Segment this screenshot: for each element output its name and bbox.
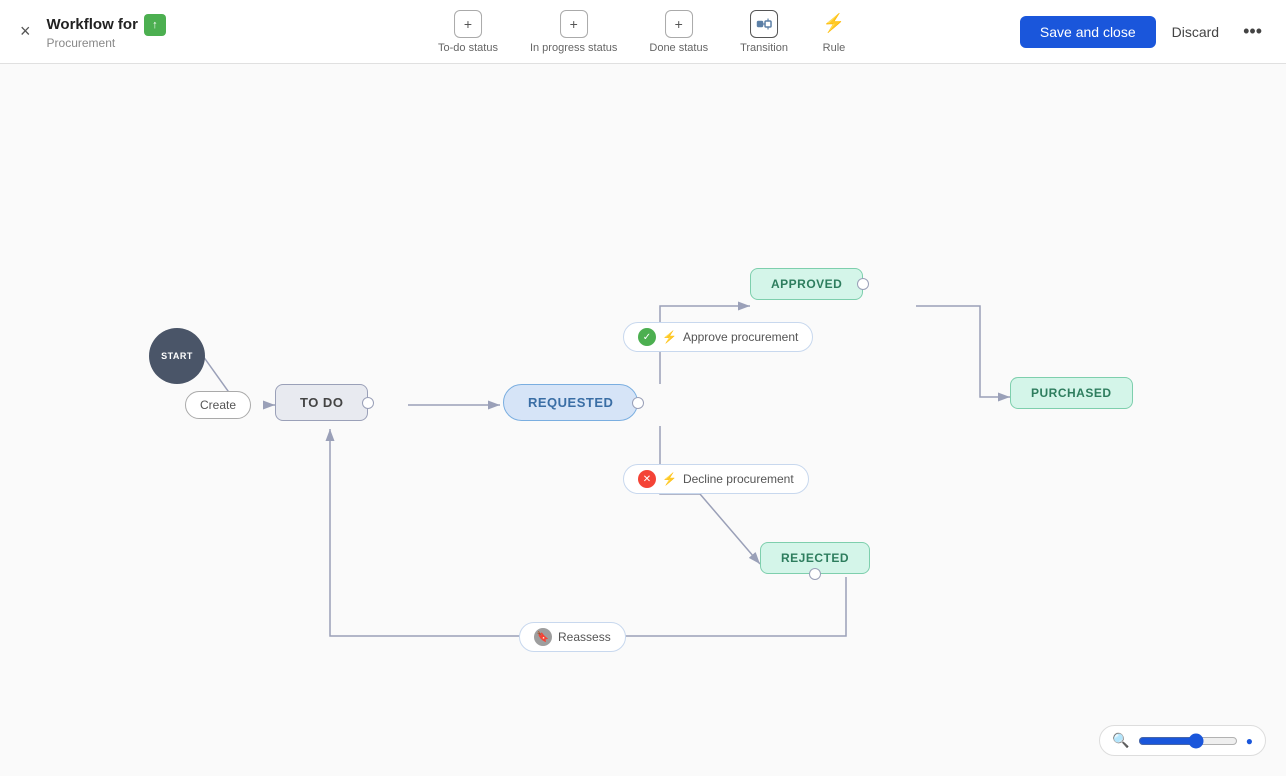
workflow-title-text: Workflow for — [47, 16, 138, 33]
zoom-out-icon[interactable]: 🔍 — [1112, 732, 1129, 749]
decline-transition[interactable]: ✕ ⚡ Decline procurement — [623, 464, 809, 494]
rejected-node[interactable]: REJECTED — [760, 542, 870, 574]
purchased-node[interactable]: PURCHASED — [1010, 377, 1133, 409]
decline-bolt-icon: ⚡ — [662, 472, 677, 486]
rejected-circle-end — [809, 568, 821, 580]
workflow-arrows — [0, 64, 1286, 776]
todo-status-label: To-do status — [438, 42, 498, 54]
save-and-close-button[interactable]: Save and close — [1020, 16, 1156, 48]
reassess-icon: 🔖 — [534, 628, 552, 646]
approve-bolt-icon: ⚡ — [662, 330, 677, 344]
workflow-title: Workflow for ↑ — [47, 14, 166, 36]
approved-node[interactable]: APPROVED — [750, 268, 863, 300]
workflow-title-icon: ↑ — [144, 14, 166, 36]
zoom-slider[interactable] — [1138, 733, 1238, 749]
more-options-button[interactable]: ••• — [1235, 17, 1270, 46]
inprogress-status-icon: + — [560, 10, 588, 38]
toolbar-inprogress-status[interactable]: + In progress status — [530, 10, 617, 54]
workflow-subtitle: Procurement — [47, 36, 166, 50]
done-status-label: Done status — [649, 42, 708, 54]
rule-icon: ⚡ — [820, 10, 848, 38]
decline-x-icon: ✕ — [638, 470, 656, 488]
toolbar-todo-status[interactable]: + To-do status — [438, 10, 498, 54]
zoom-circle-icon: ● — [1246, 734, 1253, 748]
requested-circle-end — [632, 397, 644, 409]
approve-transition[interactable]: ✓ ⚡ Approve procurement — [623, 322, 813, 352]
transition-icon — [750, 10, 778, 38]
done-status-icon: + — [665, 10, 693, 38]
todo-circle-end — [362, 397, 374, 409]
approve-check-icon: ✓ — [638, 328, 656, 346]
workflow-title-group: Workflow for ↑ Procurement — [47, 14, 166, 50]
transition-label: Transition — [740, 42, 788, 54]
requested-node[interactable]: REQUESTED — [503, 384, 638, 421]
header-left: × Workflow for ↑ Procurement — [16, 14, 236, 50]
create-node[interactable]: Create — [185, 391, 251, 419]
workflow-canvas: START Create TO DO REQUESTED APPROVED PU… — [0, 64, 1286, 776]
discard-button[interactable]: Discard — [1164, 16, 1227, 48]
header: × Workflow for ↑ Procurement + To-do sta… — [0, 0, 1286, 64]
todo-node[interactable]: TO DO — [275, 384, 368, 421]
reassess-transition[interactable]: 🔖 Reassess — [519, 622, 626, 652]
rule-label: Rule — [823, 42, 846, 54]
approved-circle-end — [857, 278, 869, 290]
start-node[interactable]: START — [149, 328, 205, 384]
zoom-bar: 🔍 ● — [1099, 725, 1266, 756]
header-toolbar: + To-do status + In progress status + Do… — [438, 10, 848, 54]
toolbar-transition[interactable]: Transition — [740, 10, 788, 54]
header-right: Save and close Discard ••• — [1020, 16, 1270, 48]
close-button[interactable]: × — [16, 17, 35, 46]
toolbar-rule[interactable]: ⚡ Rule — [820, 10, 848, 54]
todo-status-icon: + — [454, 10, 482, 38]
toolbar-done-status[interactable]: + Done status — [649, 10, 708, 54]
inprogress-status-label: In progress status — [530, 42, 617, 54]
